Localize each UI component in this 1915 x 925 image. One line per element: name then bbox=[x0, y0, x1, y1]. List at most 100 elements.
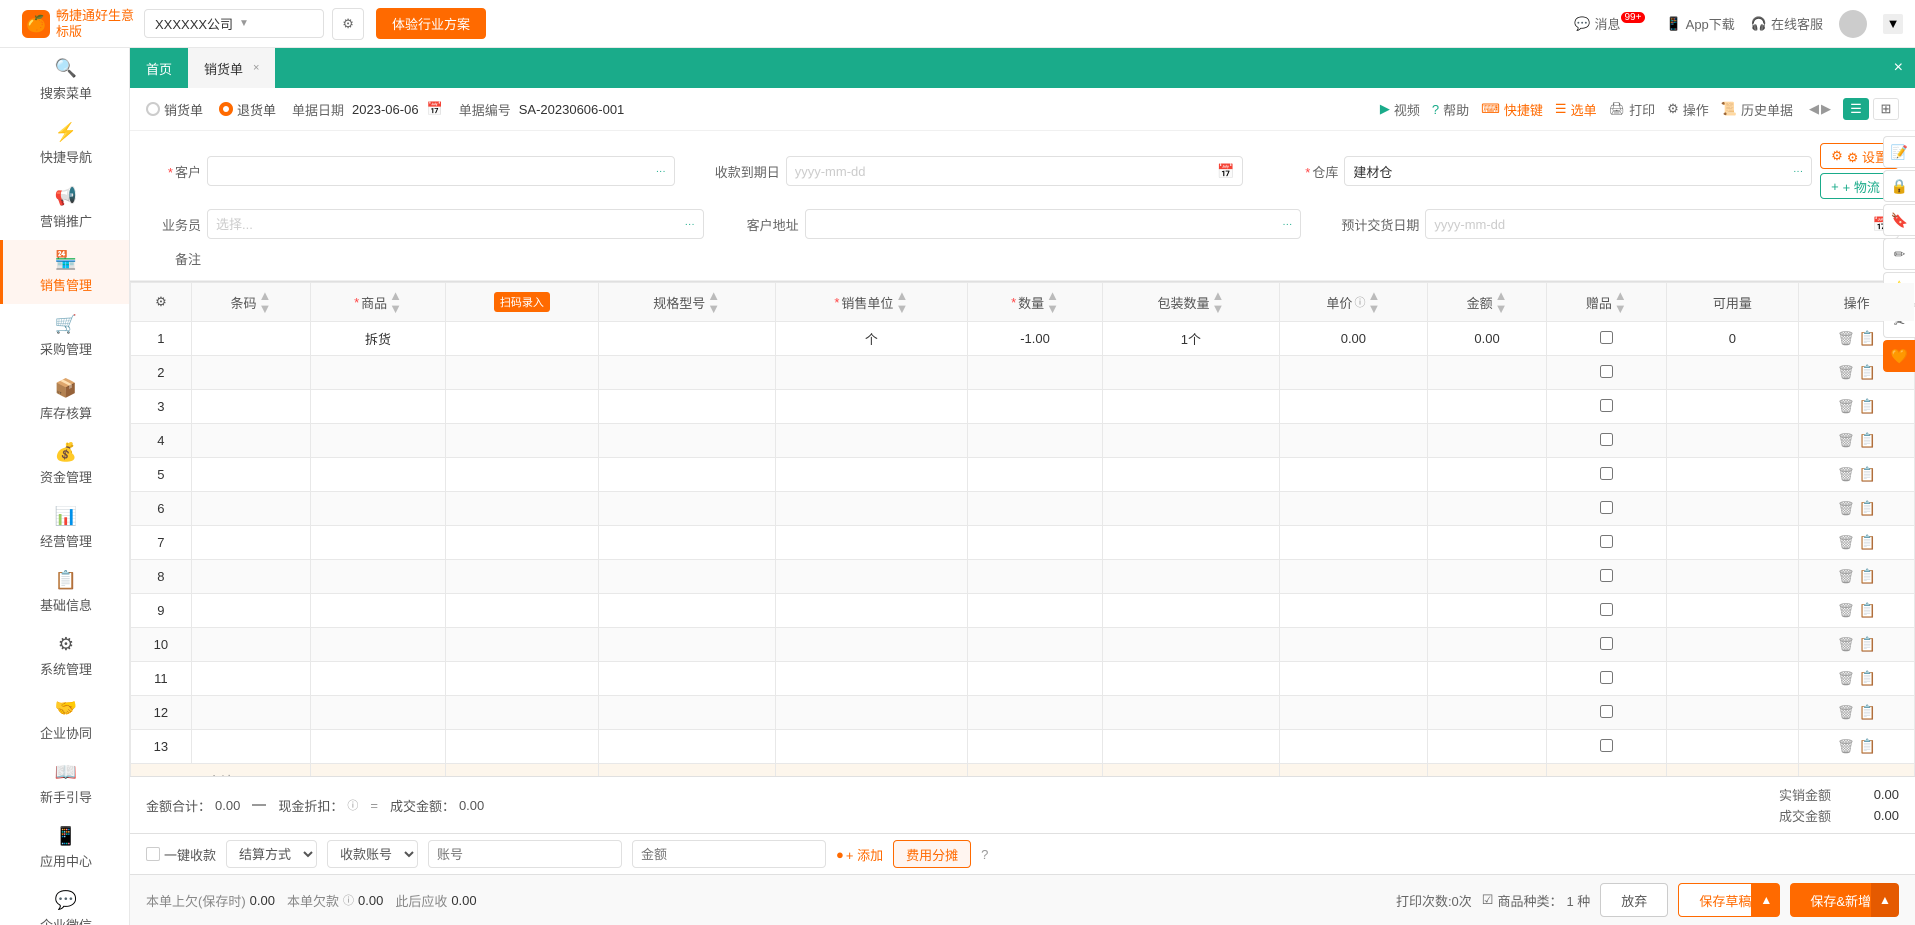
delete-icon[interactable]: 🗑 bbox=[1837, 398, 1855, 415]
gift-checkbox[interactable] bbox=[1600, 399, 1613, 412]
sidebar-item-inventory[interactable]: 📦 库存核算 bbox=[0, 368, 129, 432]
add-payment-btn[interactable]: ● + 添加 bbox=[836, 845, 883, 864]
delete-icon[interactable]: 🗑 bbox=[1837, 330, 1855, 347]
qty-cell[interactable]: -1.00 bbox=[968, 322, 1103, 356]
grid-view-btn[interactable]: ⊞ bbox=[1873, 98, 1899, 120]
gift-checkbox[interactable] bbox=[1600, 501, 1613, 514]
expense-split-btn[interactable]: 费用分摊 bbox=[893, 840, 971, 868]
online-service-btn[interactable]: 🎧 在线客服 bbox=[1751, 14, 1823, 33]
video-btn[interactable]: ▶ 视频 bbox=[1380, 100, 1420, 119]
sidebar-item-guide[interactable]: 📖 新手引导 bbox=[0, 752, 129, 816]
product-type[interactable]: ☑ 商品种类： 1 种 bbox=[1482, 891, 1591, 910]
unit-cell[interactable]: 个 bbox=[775, 322, 967, 356]
sidebar-item-business[interactable]: 📊 经营管理 bbox=[0, 496, 129, 560]
gift-checkbox[interactable] bbox=[1600, 433, 1613, 446]
delete-icon[interactable]: 🗑 bbox=[1837, 432, 1855, 449]
trial-button[interactable]: 体验行业方案 bbox=[376, 8, 486, 39]
select-btn[interactable]: ☰ 选单 bbox=[1555, 100, 1597, 119]
history-btn[interactable]: 📜 历史单据 bbox=[1721, 100, 1793, 119]
account-number-input[interactable] bbox=[428, 840, 622, 868]
delete-icon[interactable]: 🗑 bbox=[1837, 364, 1855, 381]
save-new-button[interactable]: 保存&新增 bbox=[1790, 883, 1871, 917]
amount-cell[interactable]: 0.00 bbox=[1427, 322, 1546, 356]
copy-icon[interactable]: 📋 bbox=[1859, 466, 1876, 483]
avatar[interactable] bbox=[1839, 10, 1867, 38]
delete-icon[interactable]: 🗑 bbox=[1837, 568, 1855, 585]
list-view-btn[interactable]: ☰ bbox=[1843, 98, 1869, 120]
copy-icon[interactable]: 📋 bbox=[1859, 432, 1876, 449]
cash-discount-info[interactable]: ⓘ bbox=[347, 797, 358, 813]
copy-icon[interactable]: 📋 bbox=[1859, 636, 1876, 653]
settlement-select[interactable]: 结算方式 bbox=[226, 840, 317, 868]
tab-close-all[interactable]: × bbox=[1894, 59, 1915, 77]
amount-input[interactable] bbox=[632, 840, 826, 868]
delete-icon[interactable]: 🗑 bbox=[1837, 704, 1855, 721]
delete-icon[interactable]: 🗑 bbox=[1837, 602, 1855, 619]
spec-cell[interactable] bbox=[598, 322, 775, 356]
gift-checkbox[interactable] bbox=[1600, 365, 1613, 378]
company-selector[interactable]: XXXXXX公司 ▼ bbox=[144, 9, 324, 38]
warehouse-input[interactable]: 建材仓 ··· bbox=[1344, 156, 1812, 186]
float-bookmark-btn[interactable]: 🔖 bbox=[1883, 204, 1915, 236]
customer-text-input[interactable] bbox=[216, 164, 652, 179]
sidebar-item-quick-nav[interactable]: ⚡ 快捷导航 bbox=[0, 112, 129, 176]
calendar-icon[interactable]: 📅 bbox=[1217, 163, 1234, 180]
app-download-btn[interactable]: 📱 App下载 bbox=[1665, 14, 1734, 33]
customer-addr-text-input[interactable] bbox=[814, 217, 1279, 232]
th-scan[interactable]: 扫码录入 bbox=[446, 283, 599, 322]
float-lock-btn[interactable]: 🔒 bbox=[1883, 170, 1915, 202]
settings-icon[interactable]: ⚙ bbox=[332, 8, 364, 40]
delete-icon[interactable]: 🗑 bbox=[1837, 500, 1855, 517]
gift-checkbox[interactable] bbox=[1600, 569, 1613, 582]
copy-icon[interactable]: 📋 bbox=[1859, 568, 1876, 585]
scan-button[interactable]: 扫码录入 bbox=[494, 292, 550, 312]
message-btn[interactable]: 💬 消息 99+ bbox=[1574, 14, 1649, 33]
price-cell[interactable]: 0.00 bbox=[1279, 322, 1427, 356]
customer-input[interactable]: ··· bbox=[207, 156, 675, 186]
delete-icon[interactable]: 🗑 bbox=[1837, 670, 1855, 687]
gift-checkbox[interactable] bbox=[1600, 705, 1613, 718]
copy-icon[interactable]: 📋 bbox=[1859, 670, 1876, 687]
help-btn[interactable]: ? 帮助 bbox=[1432, 100, 1469, 119]
copy-icon[interactable]: 📋 bbox=[1859, 534, 1876, 551]
sidebar-item-enterprise[interactable]: 🤝 企业协同 bbox=[0, 688, 129, 752]
gift-checkbox[interactable] bbox=[1600, 331, 1613, 344]
one-click-pay-label[interactable]: 一键收款 bbox=[146, 845, 216, 864]
operation-btn[interactable]: ⚙ 操作 bbox=[1667, 100, 1709, 119]
save-draft-arrow[interactable]: ▲ bbox=[1752, 883, 1780, 917]
delete-icon[interactable]: 🗑 bbox=[1837, 466, 1855, 483]
float-note-btn[interactable]: 📝 bbox=[1883, 136, 1915, 168]
discard-button[interactable]: 放弃 bbox=[1600, 883, 1668, 917]
gift-checkbox[interactable] bbox=[1600, 603, 1613, 616]
expected-date-input[interactable]: 📅 bbox=[1425, 209, 1899, 239]
barcode-cell[interactable] bbox=[191, 322, 310, 356]
copy-icon[interactable]: 📋 bbox=[1859, 704, 1876, 721]
account-select[interactable]: 收款账号 bbox=[327, 840, 418, 868]
tab-sales-order[interactable]: 销货单 × bbox=[188, 48, 275, 88]
due-date-text-input[interactable] bbox=[795, 164, 1213, 179]
salesperson-input[interactable]: ··· bbox=[207, 209, 704, 239]
salesperson-text-input[interactable] bbox=[216, 217, 681, 232]
print-btn[interactable]: 🖨 打印 bbox=[1609, 100, 1656, 119]
next-icon[interactable]: ▶ bbox=[1821, 101, 1831, 117]
customer-addr-input[interactable]: ··· bbox=[805, 209, 1302, 239]
sidebar-item-finance[interactable]: 💰 资金管理 bbox=[0, 432, 129, 496]
due-date-input[interactable]: 📅 bbox=[786, 156, 1244, 186]
save-draft-button[interactable]: 保存草稿 bbox=[1678, 883, 1752, 917]
close-icon[interactable]: × bbox=[253, 62, 259, 74]
delete-icon[interactable]: 🗑 bbox=[1837, 738, 1855, 755]
th-gear[interactable]: ⚙ bbox=[131, 283, 192, 322]
one-click-checkbox[interactable] bbox=[146, 847, 160, 861]
shortcut-btn[interactable]: ⌨ 快捷键 bbox=[1481, 100, 1543, 119]
gift-cell[interactable] bbox=[1547, 322, 1666, 356]
product-cell[interactable]: 拆货 bbox=[311, 322, 446, 356]
gift-checkbox[interactable] bbox=[1600, 467, 1613, 480]
copy-icon[interactable]: 📋 bbox=[1859, 330, 1876, 347]
sidebar-item-system[interactable]: ⚙ 系统管理 bbox=[0, 624, 129, 688]
sidebar-item-basic[interactable]: 📋 基础信息 bbox=[0, 560, 129, 624]
sidebar-item-search[interactable]: 🔍 搜索菜单 bbox=[0, 48, 129, 112]
gift-checkbox[interactable] bbox=[1600, 671, 1613, 684]
return-order-radio[interactable]: 退货单 bbox=[219, 100, 276, 119]
sidebar-item-sales[interactable]: 🏪 销售管理 bbox=[0, 240, 129, 304]
gift-checkbox[interactable] bbox=[1600, 739, 1613, 752]
